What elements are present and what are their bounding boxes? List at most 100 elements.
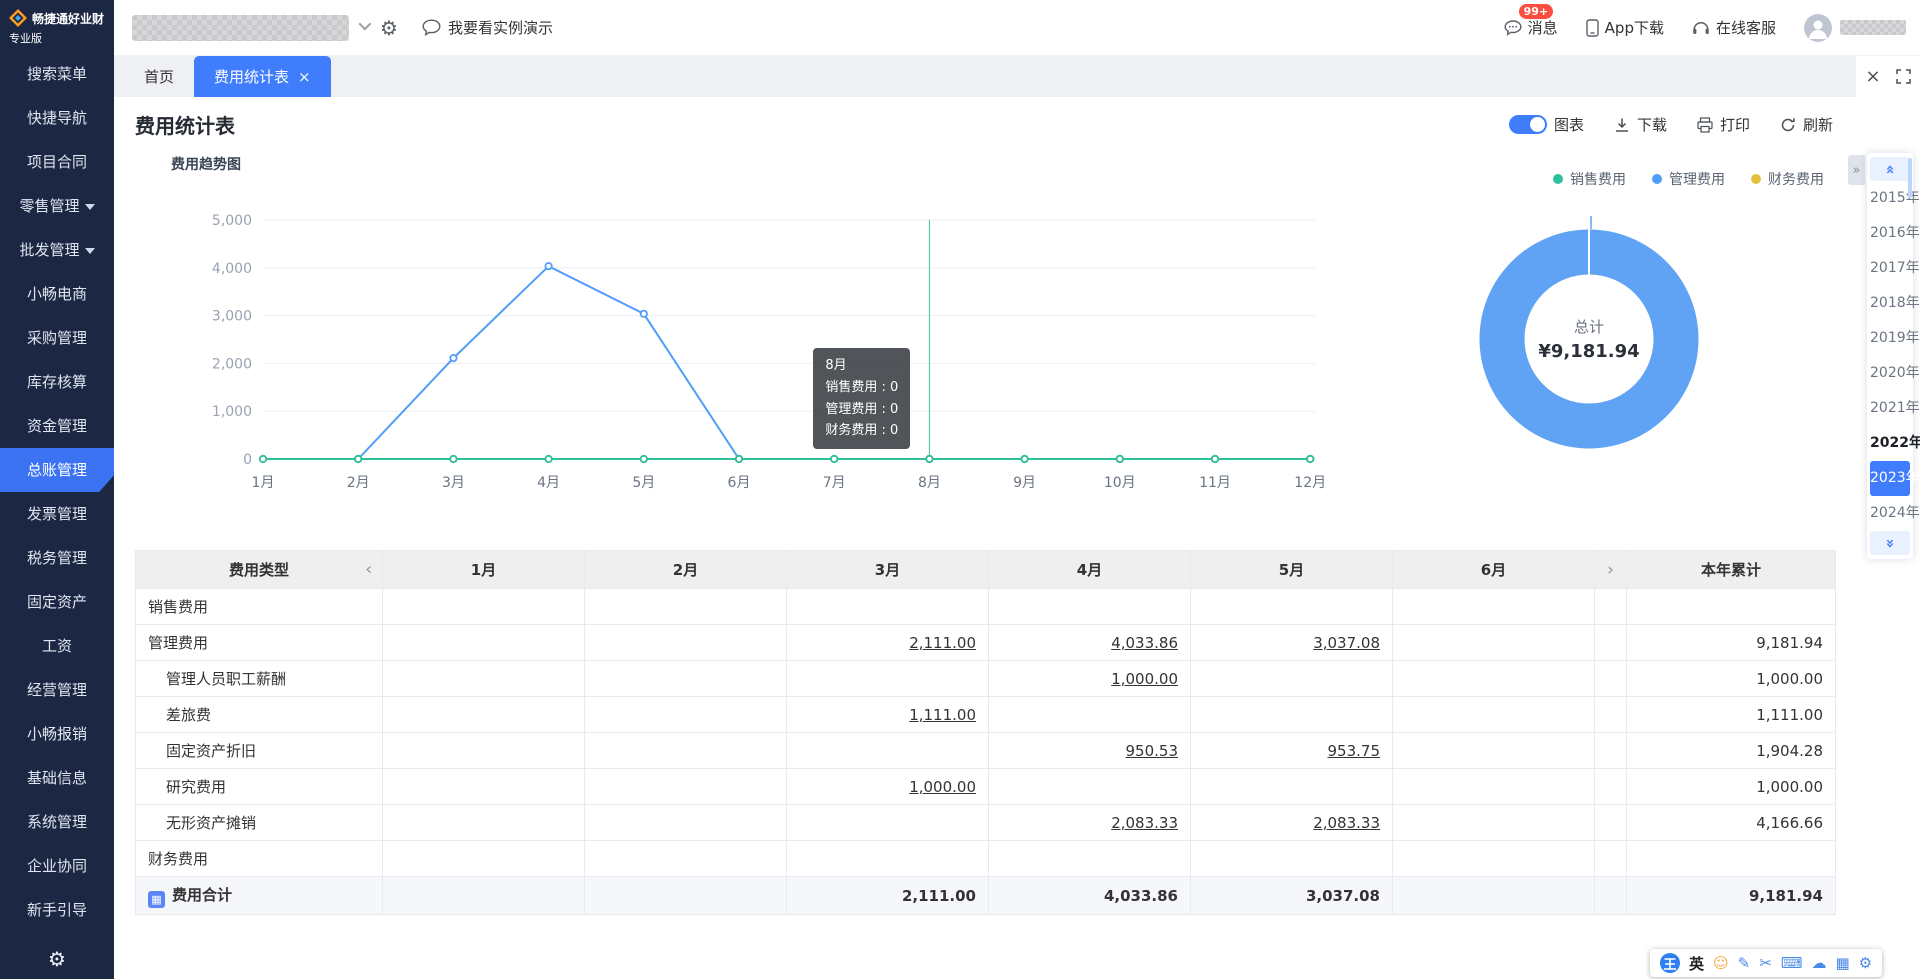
sidebar-item-基础信息[interactable]: 基础信息 xyxy=(0,756,114,800)
chevron-down-icon[interactable] xyxy=(358,17,372,31)
footer-total: 9,181.94 xyxy=(1626,876,1836,915)
legend-item-销售费用[interactable]: 销售费用 xyxy=(1553,169,1626,189)
donut-chart[interactable]: 总计 ¥9,181.94 xyxy=(1459,209,1719,469)
x-axis-label: 3月 xyxy=(442,475,465,491)
legend-label: 管理费用 xyxy=(1669,172,1725,188)
chart-toggle-switch[interactable] xyxy=(1508,115,1547,134)
app-edition: 专业版 xyxy=(9,32,42,45)
value-link[interactable]: 1,000.00 xyxy=(909,778,976,796)
year-item-2017年[interactable]: 2017年 xyxy=(1870,251,1920,286)
ime-cloud-icon[interactable]: ☁ xyxy=(1811,955,1826,971)
year-item-2020年[interactable]: 2020年 xyxy=(1870,356,1920,391)
app-download-button[interactable]: App下载 xyxy=(1585,17,1664,38)
avatar[interactable] xyxy=(1804,13,1832,42)
tab-首页[interactable]: 首页 xyxy=(124,56,194,97)
ime-emoji-icon[interactable]: ☺ xyxy=(1713,955,1729,971)
value-link[interactable]: 4,033.86 xyxy=(1111,634,1178,652)
support-button[interactable]: 在线客服 xyxy=(1692,17,1776,38)
double-chevron-up-icon: » xyxy=(1880,164,1899,174)
ime-toolbar[interactable]: 王 英 ☺ ✎ ✂ ⌨ ☁ ▦ ⚙ xyxy=(1650,949,1883,977)
sidebar-item-小畅报销[interactable]: 小畅报销 xyxy=(0,712,114,756)
ime-settings-icon[interactable]: ⚙ xyxy=(1859,955,1872,971)
sidebar-item-零售管理[interactable]: 零售管理 xyxy=(0,184,114,228)
ime-keyboard-icon[interactable]: ⌨ xyxy=(1781,955,1803,971)
close-tabs-icon[interactable]: × xyxy=(1865,67,1880,86)
year-item-2021年[interactable]: 2021年 xyxy=(1870,391,1920,426)
panel-collapse-handle[interactable]: » xyxy=(1848,155,1865,185)
data-point xyxy=(1306,454,1315,464)
sidebar-item-工资[interactable]: 工资 xyxy=(0,624,114,668)
year-item-2016年[interactable]: 2016年 xyxy=(1870,216,1920,251)
year-scrollbar-thumb[interactable] xyxy=(1908,158,1912,198)
tab-close-icon[interactable]: × xyxy=(298,68,311,86)
sidebar-item-固定资产[interactable]: 固定资产 xyxy=(0,580,114,624)
table-row-差旅费: 差旅费 1,111.00 1,111.00 xyxy=(135,696,1836,733)
ime-scissors-icon[interactable]: ✂ xyxy=(1759,955,1772,971)
sidebar-item-快捷导航[interactable]: 快捷导航 xyxy=(0,96,114,140)
tab-费用统计表[interactable]: 费用统计表 × xyxy=(194,56,331,97)
year-item-2024年[interactable]: 2024年 xyxy=(1870,496,1920,531)
legend-item-管理费用[interactable]: 管理费用 xyxy=(1652,169,1725,189)
cell: 2,111.00 xyxy=(786,624,989,661)
value-link[interactable]: 953.75 xyxy=(1328,742,1381,760)
year-scroll-down-button[interactable]: » xyxy=(1870,531,1910,555)
line-chart[interactable]: 0 1,000 2,000 3,000 4,000 5,000 1月 2月 3月 4月 5月 6月 7月… xyxy=(160,210,1360,510)
sidebar-item-企业协同[interactable]: 企业协同 xyxy=(0,844,114,888)
year-item-2015年[interactable]: 2015年 xyxy=(1870,181,1920,216)
scroll-right-arrow[interactable]: › xyxy=(1607,560,1614,580)
ime-pen-icon[interactable]: ✎ xyxy=(1738,955,1751,971)
value-link[interactable]: 1,000.00 xyxy=(1111,670,1178,688)
col-header-1月: 1月 xyxy=(382,550,585,589)
year-item-2019年[interactable]: 2019年 xyxy=(1870,321,1920,356)
settings-gear-icon[interactable]: ⚙ xyxy=(380,16,398,40)
fullscreen-icon[interactable] xyxy=(1895,69,1911,84)
year-scroll-up-button[interactable]: » xyxy=(1870,157,1910,181)
ime-lang-indicator[interactable]: 英 xyxy=(1689,953,1704,974)
chart-title: 费用趋势图 xyxy=(171,157,241,173)
sidebar-item-系统管理[interactable]: 系统管理 xyxy=(0,800,114,844)
sidebar-item-税务管理[interactable]: 税务管理 xyxy=(0,536,114,580)
year-item-2022年[interactable]: 2022年 xyxy=(1870,426,1920,461)
print-button[interactable]: 打印 xyxy=(1697,114,1750,135)
cell-total: 1,904.28 xyxy=(1626,732,1836,769)
sidebar-item-库存核算[interactable]: 库存核算 xyxy=(0,360,114,404)
ime-logo[interactable]: 王 xyxy=(1660,953,1680,973)
row-label: 无形资产摊销 xyxy=(135,804,383,841)
year-item-2023年[interactable]: 2023年 xyxy=(1870,461,1920,496)
value-link[interactable]: 950.53 xyxy=(1126,742,1179,760)
cell xyxy=(382,588,585,625)
org-selector-redacted[interactable] xyxy=(132,14,349,41)
value-link[interactable]: 2,111.00 xyxy=(909,634,976,652)
value-link[interactable]: 2,083.33 xyxy=(1313,814,1380,832)
value-link[interactable]: 2,083.33 xyxy=(1111,814,1178,832)
download-button[interactable]: 下载 xyxy=(1614,114,1667,135)
data-point xyxy=(1020,454,1029,464)
sidebar-settings-gear-icon[interactable]: ⚙ xyxy=(0,947,114,971)
sidebar-item-总账管理[interactable]: 总账管理 xyxy=(0,448,114,492)
value-link[interactable]: 1,111.00 xyxy=(909,706,976,724)
user-area[interactable] xyxy=(1804,13,1906,42)
sidebar-item-资金管理[interactable]: 资金管理 xyxy=(0,404,114,448)
row-label: 差旅费 xyxy=(135,696,383,733)
value-link[interactable]: 3,037.08 xyxy=(1313,634,1380,652)
caret-down-icon xyxy=(84,203,95,210)
sidebar-item-项目合同[interactable]: 项目合同 xyxy=(0,140,114,184)
refresh-button[interactable]: 刷新 xyxy=(1780,114,1833,135)
sidebar-item-新手引导[interactable]: 新手引导 xyxy=(0,888,114,932)
sidebar-item-采购管理[interactable]: 采购管理 xyxy=(0,316,114,360)
scroll-left-arrow[interactable]: ‹ xyxy=(365,559,372,579)
sidebar-item-批发管理[interactable]: 批发管理 xyxy=(0,228,114,272)
sidebar-item-小畅电商[interactable]: 小畅电商 xyxy=(0,272,114,316)
year-item-2018年[interactable]: 2018年 xyxy=(1870,286,1920,321)
username-redacted xyxy=(1840,20,1906,35)
ime-grid-icon[interactable]: ▦ xyxy=(1835,955,1849,971)
chart-toggle-control[interactable]: 图表 xyxy=(1508,114,1584,135)
sidebar-item-发票管理[interactable]: 发票管理 xyxy=(0,492,114,536)
legend-item-财务费用[interactable]: 财务费用 xyxy=(1751,169,1824,189)
cell xyxy=(786,804,989,841)
table-row-管理费用: 管理费用 2,111.00 4,033.86 3,037.08 9,181.94 xyxy=(135,624,1836,661)
sidebar-item-搜索菜单[interactable]: 搜索菜单 xyxy=(0,52,114,96)
messages-button[interactable]: 99+ 消息 xyxy=(1504,4,1558,38)
sidebar-item-经营管理[interactable]: 经营管理 xyxy=(0,668,114,712)
demo-link[interactable]: 我要看实例演示 xyxy=(422,17,553,38)
